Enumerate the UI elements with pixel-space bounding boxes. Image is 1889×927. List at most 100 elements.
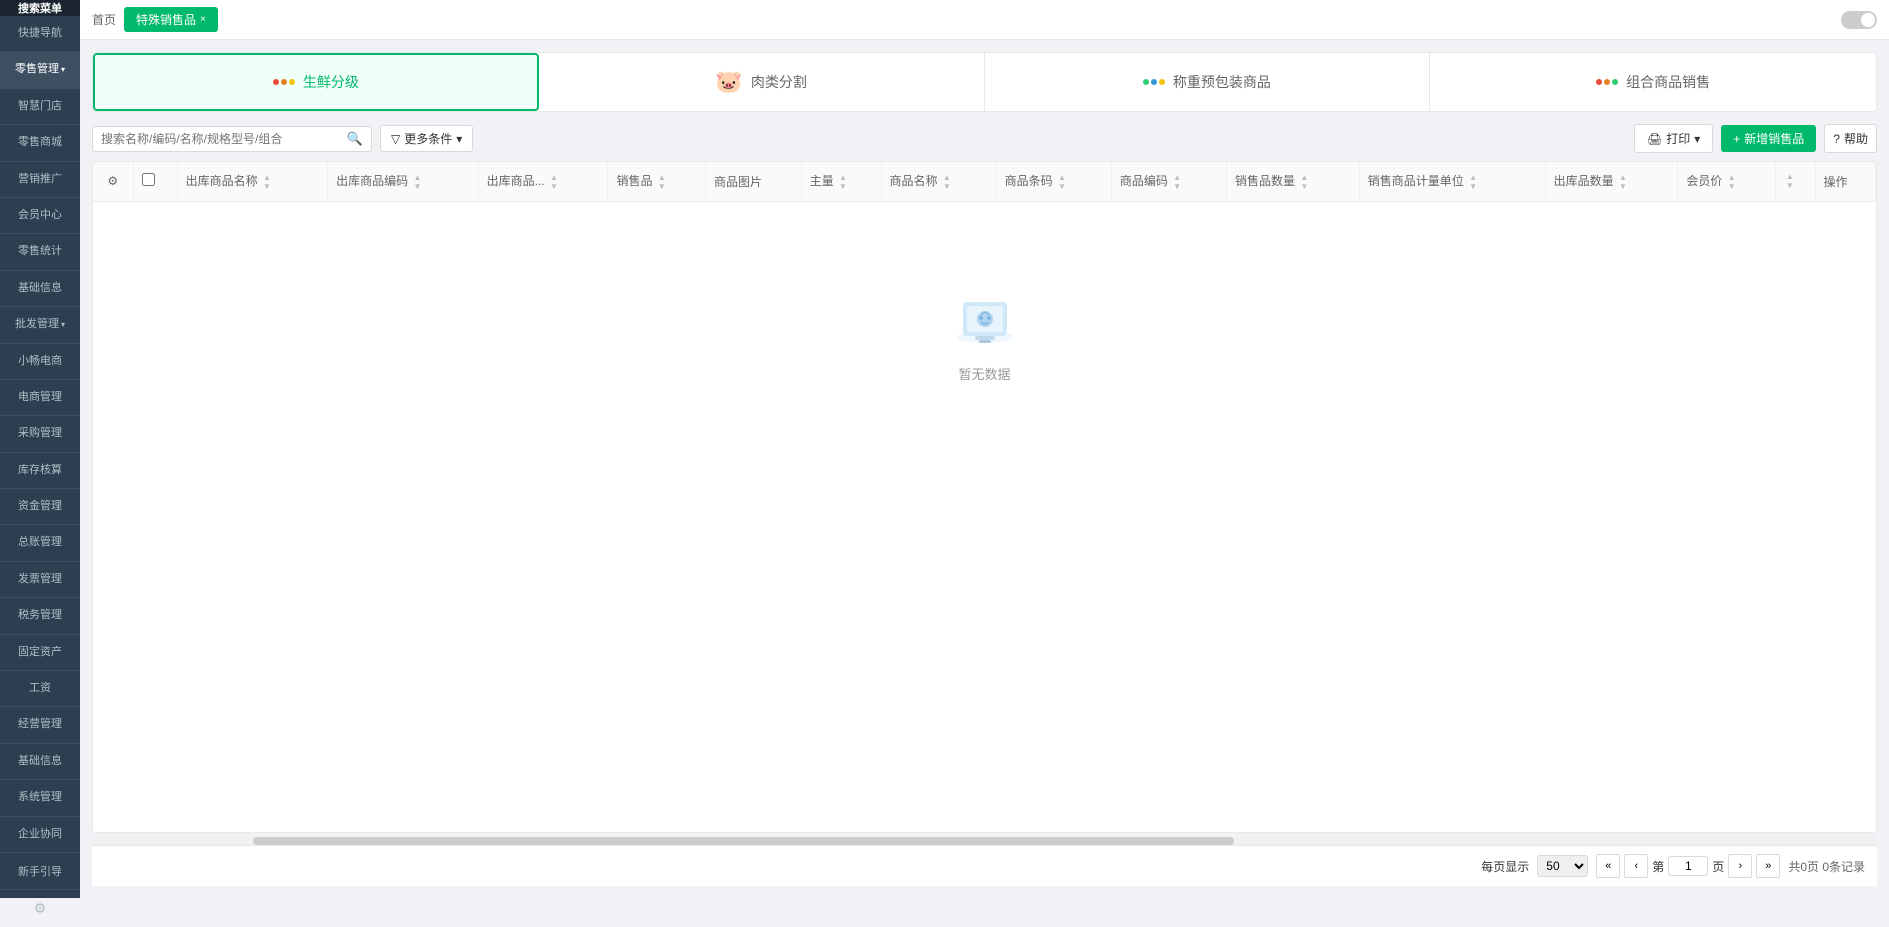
help-icon: ? — [1833, 132, 1840, 146]
chevron-down-icon-wholesale: ▾ — [61, 319, 65, 330]
sidebar-item-promotion[interactable]: 营销推广 — [0, 162, 80, 198]
page-label: 第 — [1652, 858, 1664, 875]
toggle-button[interactable] — [1841, 11, 1877, 29]
sidebar-item-tax-mgmt[interactable]: 税务管理 — [0, 598, 80, 634]
sidebar-item-inventory[interactable]: 库存核算 — [0, 453, 80, 489]
filter-icon: ▽ — [391, 132, 400, 146]
page-suffix: 页 — [1712, 858, 1724, 875]
sidebar-item-system-mgmt[interactable]: 系统管理 — [0, 780, 80, 816]
first-page-button[interactable]: « — [1596, 854, 1620, 878]
sort-icon: ▲▼ — [658, 173, 666, 191]
select-all-checkbox[interactable] — [142, 173, 155, 186]
topbar: 首页 特殊销售品 × — [80, 0, 1889, 40]
col-out-product-spec[interactable]: 出库商品... ▲▼ — [478, 162, 608, 201]
tab-fresh-grading[interactable]: 生鲜分级 — [93, 53, 539, 111]
last-page-button[interactable]: » — [1756, 854, 1780, 878]
sidebar-item-member-center[interactable]: 会员中心 — [0, 198, 80, 234]
add-button[interactable]: + 新增销售品 — [1721, 125, 1816, 152]
col-sale-unit[interactable]: 销售商品计量单位 ▲▼ — [1359, 162, 1545, 201]
add-icon: + — [1733, 132, 1740, 146]
home-link[interactable]: 首页 — [92, 11, 116, 28]
per-page-select[interactable]: 10 20 50 100 — [1537, 855, 1588, 877]
sidebar-item-retail-mgmt[interactable]: 零售管理 ▾ — [0, 52, 80, 88]
pagination-nav: « ‹ 第 页 › » — [1596, 854, 1780, 878]
close-tab-icon[interactable]: × — [200, 14, 206, 25]
data-table: ⚙ 出库商品名称 ▲▼ 出库商品编码 ▲▼ — [93, 162, 1876, 202]
col-out-qty[interactable]: 出库品数量 ▲▼ — [1545, 162, 1678, 201]
prev-page-button[interactable]: ‹ — [1624, 854, 1648, 878]
toolbar-right: 🖨 打印 ▾ + 新增销售品 ? 帮助 — [1634, 124, 1877, 153]
sidebar-item-enterprise[interactable]: 企业协同 — [0, 817, 80, 853]
sidebar-item-retail-mall[interactable]: 零售商城 — [0, 125, 80, 161]
scroll-thumb — [253, 837, 1235, 845]
sidebar-item-fixed-assets[interactable]: 固定资产 — [0, 635, 80, 671]
sort-icon: ▲▼ — [1619, 173, 1627, 191]
col-main-weight[interactable]: 主量 ▲▼ — [801, 162, 881, 201]
sort-icon: ▲▼ — [1300, 173, 1308, 191]
print-button[interactable]: 🖨 打印 ▾ — [1634, 124, 1713, 153]
empty-text: 暂无数据 — [958, 364, 1010, 383]
print-arrow-icon: ▾ — [1694, 132, 1700, 146]
current-tab[interactable]: 特殊销售品 × — [124, 7, 218, 32]
sidebar-item-finance-mgmt[interactable]: 资金管理 — [0, 489, 80, 525]
filter-label: 更多条件 — [404, 130, 452, 147]
sidebar-item-salary[interactable]: 工资 — [0, 671, 80, 707]
sidebar-item-business-mgmt[interactable]: 经营管理 — [0, 707, 80, 743]
toolbar: 🔍 ▽ 更多条件 ▾ 🖨 打印 ▾ + 新增销售品 — [92, 124, 1877, 153]
sidebar-item-basic-info[interactable]: 基础信息 — [0, 271, 80, 307]
gear-icon[interactable]: ⚙ — [0, 889, 80, 927]
tab-meat-cutting-label: 肉类分割 — [751, 72, 807, 92]
col-product-barcode[interactable]: 商品条码 ▲▼ — [996, 162, 1111, 201]
table-header-row: ⚙ 出库商品名称 ▲▼ 出库商品编码 ▲▼ — [93, 162, 1876, 201]
sort-icon: ▲▼ — [1058, 173, 1066, 191]
col-product-name[interactable]: 商品名称 ▲▼ — [881, 162, 996, 201]
horizontal-scrollbar[interactable] — [92, 837, 1877, 845]
sidebar-item-newbie[interactable]: 新手引导 — [0, 853, 80, 889]
col-member-price[interactable]: 会员价 ▲▼ — [1678, 162, 1776, 201]
col-sale-qty[interactable]: 销售品数量 ▲▼ — [1226, 162, 1359, 201]
sidebar-item-wholesale-mgmt[interactable]: 批发管理 ▾ — [0, 307, 80, 343]
col-sale-product[interactable]: 销售品 ▲▼ — [608, 162, 706, 201]
fresh-grading-icon — [273, 79, 295, 85]
next-page-button[interactable]: › — [1728, 854, 1752, 878]
sidebar-item-general-ledger[interactable]: 总账管理 — [0, 525, 80, 561]
sidebar-item-invoice-mgmt[interactable]: 发票管理 — [0, 562, 80, 598]
sort-icon: ▲▼ — [413, 173, 421, 191]
sort-icon: ▲▼ — [839, 173, 847, 191]
sidebar-item-smart-store[interactable]: 智慧门店 — [0, 89, 80, 125]
pig-icon: 🐷 — [715, 69, 742, 95]
per-page-label: 每页显示 — [1481, 858, 1529, 875]
tab-meat-cutting[interactable]: 🐷 肉类分割 — [539, 53, 985, 111]
sidebar-item-ecommerce-mgmt[interactable]: 电商管理 — [0, 380, 80, 416]
search-box[interactable]: 🔍 — [92, 126, 372, 152]
col-settings[interactable]: ⚙ — [93, 162, 133, 201]
col-out-product-code[interactable]: 出库商品编码 ▲▼ — [328, 162, 478, 201]
col-out-product-name[interactable]: 出库商品名称 ▲▼ — [177, 162, 327, 201]
sort-icon: ▲▼ — [550, 173, 558, 191]
toolbar-left: 🔍 ▽ 更多条件 ▾ — [92, 125, 473, 152]
tab-weight-prepack[interactable]: 称重预包装商品 — [985, 53, 1431, 111]
sidebar-item-basic-info2[interactable]: 基础信息 — [0, 744, 80, 780]
sidebar-item-mini-ecommerce[interactable]: 小畅电商 — [0, 344, 80, 380]
page-input[interactable] — [1668, 856, 1708, 876]
sidebar-logo[interactable]: 搜索菜单 — [0, 0, 80, 16]
tab-fresh-grading-label: 生鲜分级 — [303, 72, 359, 92]
sidebar-item-quick-nav[interactable]: 快捷导航 — [0, 16, 80, 52]
tab-combo-sales[interactable]: 组合商品销售 — [1430, 53, 1876, 111]
sort-icon: ▲▼ — [1173, 173, 1181, 191]
content-wrapper: 生鲜分级 🐷 肉类分割 称重预包装商品 — [80, 40, 1889, 898]
search-icon[interactable]: 🔍 — [347, 131, 363, 147]
print-icon: 🖨 — [1647, 132, 1662, 146]
add-label: 新增销售品 — [1744, 130, 1804, 147]
search-input[interactable] — [101, 132, 347, 146]
tab-label: 特殊销售品 — [136, 11, 196, 28]
tab-weight-prepack-label: 称重预包装商品 — [1173, 72, 1271, 92]
help-button[interactable]: ? 帮助 — [1824, 124, 1877, 153]
col-product-code[interactable]: 商品编码 ▲▼ — [1111, 162, 1226, 201]
pagination-info: 共0页 0条记录 — [1788, 858, 1865, 875]
col-checkbox[interactable] — [133, 162, 177, 201]
col-more[interactable]: ▲▼ — [1775, 162, 1815, 201]
sidebar-item-purchase-mgmt[interactable]: 采购管理 — [0, 416, 80, 452]
sidebar-item-retail-stats[interactable]: 零售统计 — [0, 234, 80, 270]
filter-button[interactable]: ▽ 更多条件 ▾ — [380, 125, 473, 152]
